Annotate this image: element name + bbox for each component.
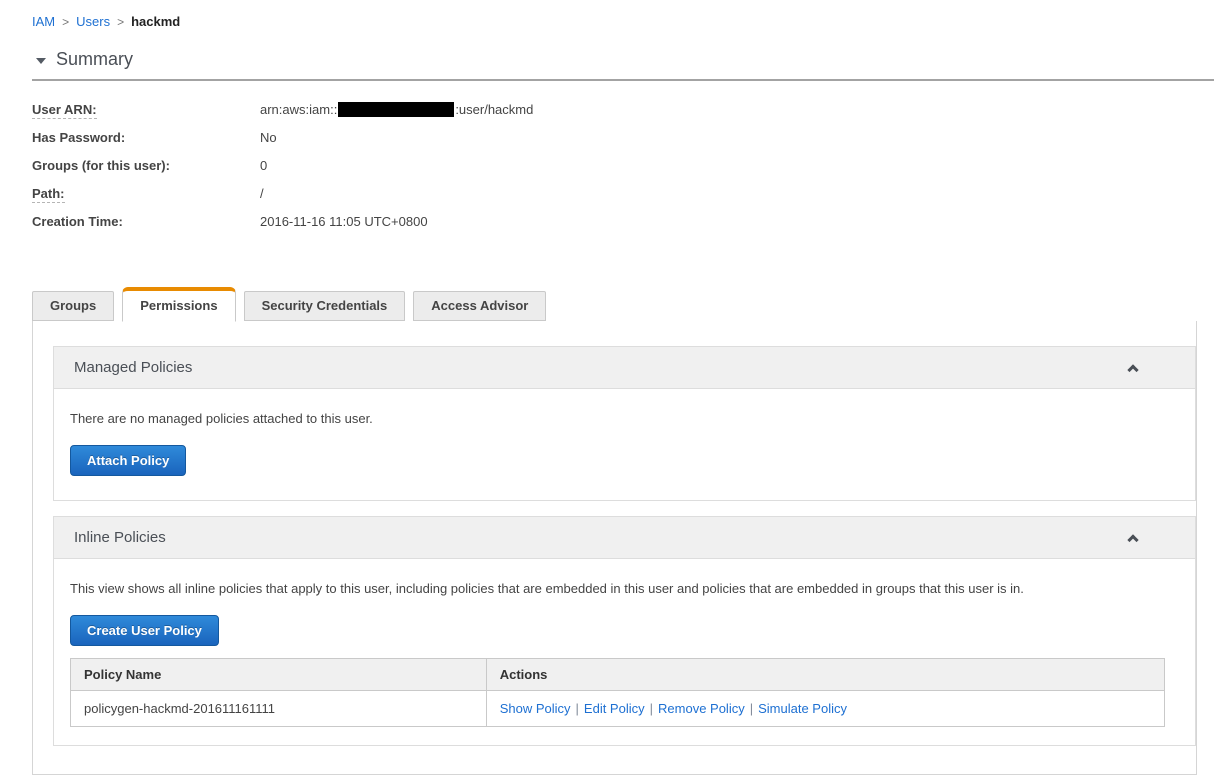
- inline-policies-title: Inline Policies: [74, 529, 166, 546]
- user-arn-prefix: arn:aws:iam::: [260, 102, 338, 117]
- policy-name-column-header: Policy Name: [70, 658, 487, 691]
- action-separator: |: [649, 701, 654, 716]
- summary-title: Summary: [56, 49, 134, 69]
- tab-bar: Groups Permissions Security Credentials …: [32, 287, 1214, 322]
- summary-section-header: Summary: [32, 49, 1214, 81]
- creation-time-value: 2016-11-16 11:05 UTC+0800: [260, 214, 428, 229]
- user-arn-label: User ARN:: [32, 102, 97, 119]
- summary-field-row-groups: Groups (for this user): 0: [32, 152, 1214, 180]
- has-password-label: Has Password:: [32, 130, 126, 145]
- inline-policies-section: Inline Policies This view shows all inli…: [53, 516, 1196, 746]
- creation-time-label: Creation Time:: [32, 214, 123, 229]
- edit-policy-link[interactable]: Edit Policy: [584, 701, 645, 716]
- tab-access-advisor[interactable]: Access Advisor: [413, 291, 547, 321]
- actions-cell: Show Policy | Edit Policy | Remove Policy | Si…: [485, 690, 1166, 727]
- attach-policy-button[interactable]: Attach Policy: [70, 445, 187, 476]
- inline-policies-header[interactable]: Inline Policies: [54, 517, 1195, 559]
- user-arn-suffix: :user/hackmd: [455, 102, 534, 117]
- inline-policies-description: This view shows all inline policies that…: [70, 581, 1024, 596]
- managed-policies-header[interactable]: Managed Policies: [54, 347, 1195, 389]
- create-user-policy-button[interactable]: Create User Policy: [70, 615, 219, 646]
- summary-field-row-has-password: Has Password: No: [32, 124, 1214, 152]
- managed-policies-section: Managed Policies There are no managed po…: [53, 346, 1196, 501]
- path-label: Path:: [32, 186, 65, 203]
- simulate-policy-link[interactable]: Simulate Policy: [758, 701, 847, 716]
- tab-groups[interactable]: Groups: [32, 291, 115, 321]
- collapse-triangle-icon[interactable]: [36, 57, 46, 64]
- tab-content-panel: Managed Policies There are no managed po…: [32, 321, 1197, 775]
- groups-label: Groups (for this user):: [32, 158, 170, 173]
- action-separator: |: [749, 701, 754, 716]
- path-value: /: [260, 186, 264, 201]
- show-policy-link[interactable]: Show Policy: [500, 701, 571, 716]
- table-row: policygen-hackmd-201611161111 Show Polic…: [70, 690, 1166, 727]
- breadcrumb-separator: >: [117, 15, 125, 29]
- policy-name-cell: policygen-hackmd-201611161111: [70, 690, 487, 727]
- actions-column-header: Actions: [485, 658, 1166, 691]
- summary-fields: User ARN: arn:aws:iam:::user/hackmd Has …: [32, 96, 1214, 236]
- inline-policies-table: Policy Name Actions policygen-hackmd-201…: [70, 658, 1166, 727]
- breadcrumb-link-users[interactable]: Users: [76, 14, 110, 29]
- breadcrumb-separator: >: [62, 15, 70, 29]
- action-separator: |: [575, 701, 579, 716]
- managed-policies-empty-message: There are no managed policies attached t…: [70, 411, 373, 426]
- inline-policies-body: This view shows all inline policies that…: [54, 559, 1195, 745]
- tab-security-credentials[interactable]: Security Credentials: [243, 291, 406, 321]
- tab-permissions[interactable]: Permissions: [122, 287, 236, 322]
- user-arn-value: arn:aws:iam:::user/hackmd: [260, 96, 533, 124]
- has-password-value: No: [260, 130, 277, 145]
- summary-field-row-path: Path: /: [32, 180, 1214, 208]
- summary-field-row-user-arn: User ARN: arn:aws:iam:::user/hackmd: [32, 96, 1214, 124]
- breadcrumb-current-user: hackmd: [131, 14, 181, 29]
- groups-value: 0: [260, 158, 268, 173]
- breadcrumb-link-iam[interactable]: IAM: [32, 14, 55, 29]
- breadcrumb: IAM > Users > hackmd: [0, 0, 1214, 29]
- chevron-up-icon[interactable]: [1127, 364, 1139, 376]
- table-header-row: Policy Name Actions: [70, 658, 1166, 691]
- remove-policy-link[interactable]: Remove Policy: [658, 701, 745, 716]
- redacted-account-id: [338, 102, 455, 117]
- summary-field-row-creation-time: Creation Time: 2016-11-16 11:05 UTC+0800: [32, 208, 1214, 236]
- managed-policies-title: Managed Policies: [74, 359, 193, 376]
- chevron-up-icon[interactable]: [1127, 534, 1139, 546]
- managed-policies-body: There are no managed policies attached t…: [54, 389, 1195, 500]
